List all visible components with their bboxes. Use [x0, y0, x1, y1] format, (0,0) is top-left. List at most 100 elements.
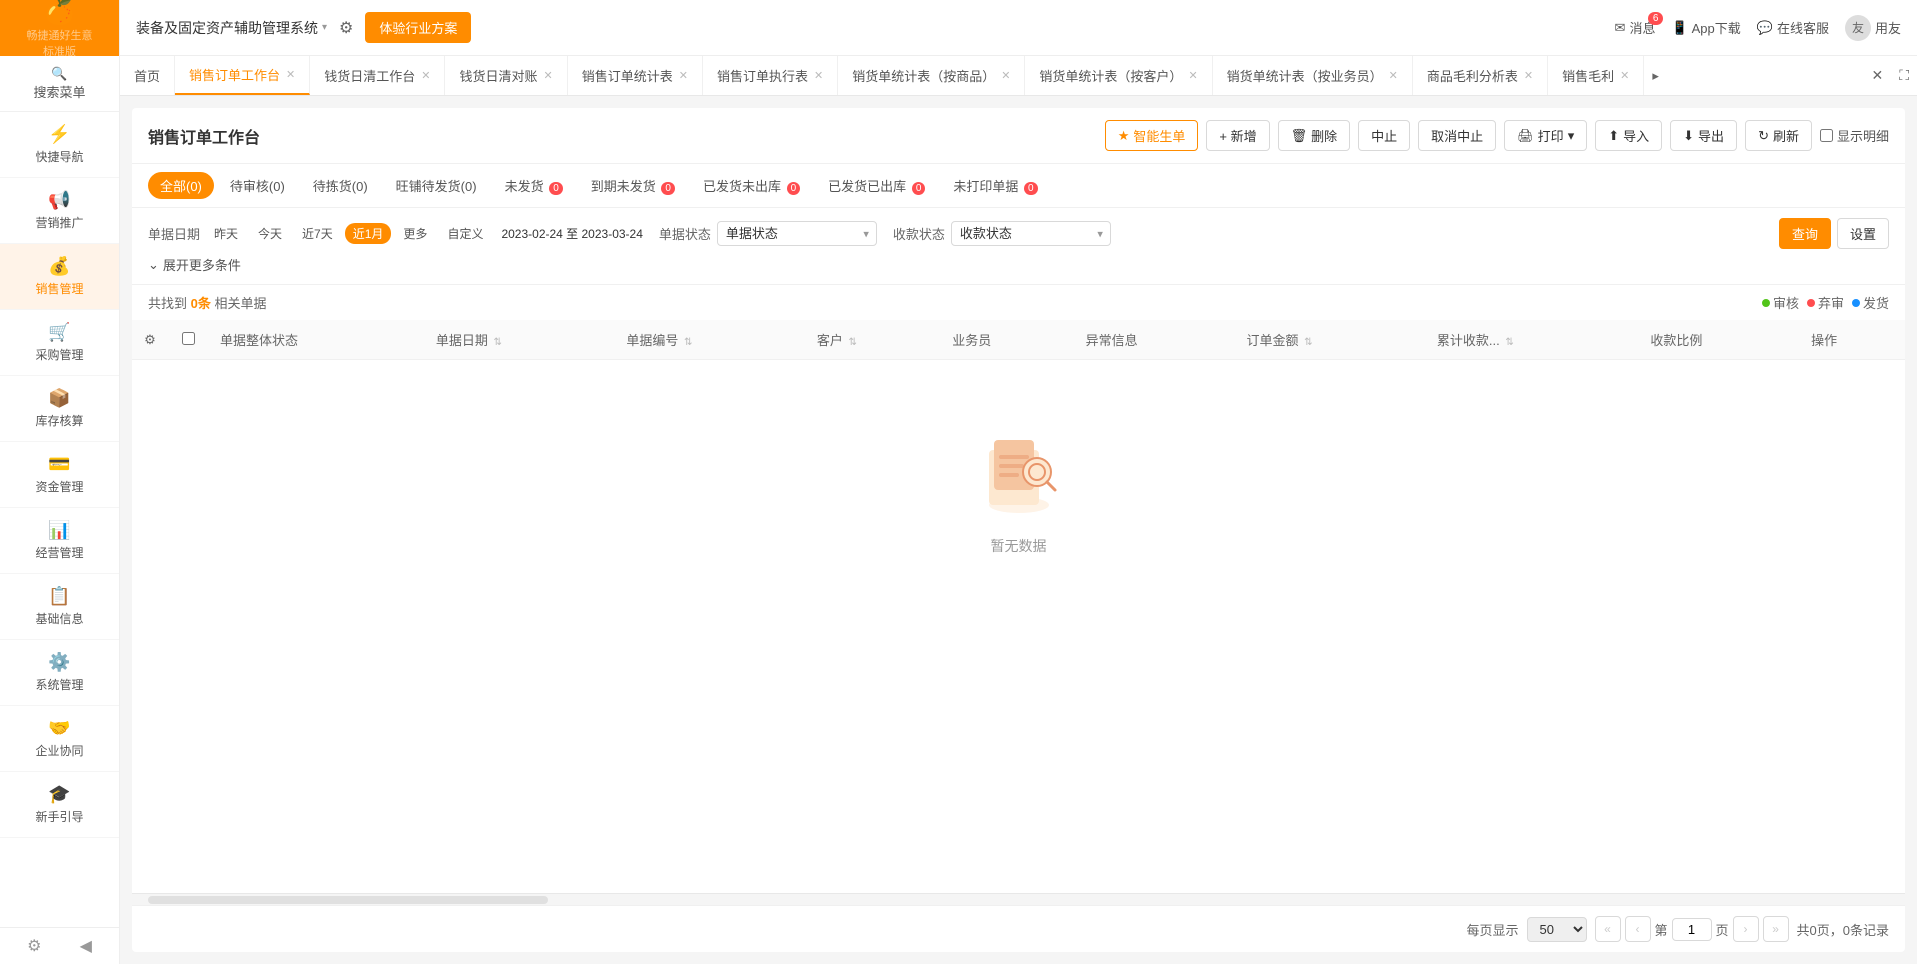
date-1month[interactable]: 近1月 — [345, 223, 392, 244]
date-more[interactable]: 更多 — [395, 223, 435, 244]
payment-select[interactable]: 收款状态 — [951, 221, 1111, 246]
print-btn[interactable]: 🖨 打印 ▾ — [1504, 120, 1587, 151]
sidebar-item-operations[interactable]: 📊 经营管理 — [0, 508, 119, 574]
delete-btn[interactable]: 🗑 删除 — [1278, 120, 1351, 151]
sidebar-item-collaboration[interactable]: 🤝 企业协同 — [0, 706, 119, 772]
tab-more-btn[interactable]: ▸ — [1644, 68, 1667, 84]
export-btn[interactable]: ⬇ 导出 — [1670, 120, 1737, 151]
tab-reconciliation-close[interactable]: ✕ — [544, 69, 553, 82]
import-btn[interactable]: ⬆ 导入 — [1595, 120, 1662, 151]
expand-more-btn[interactable]: ⌄ 展开更多条件 — [148, 255, 1889, 274]
sidebar-item-inventory[interactable]: 📦 库存核算 — [0, 376, 119, 442]
tab-daily-clear-close[interactable]: ✕ — [421, 69, 430, 82]
last-page-btn[interactable]: » — [1763, 916, 1789, 942]
sidebar-item-basic-info[interactable]: 📋 基础信息 — [0, 574, 119, 640]
col-collected[interactable]: 累计收款... ⇅ — [1425, 320, 1638, 360]
page-number-input[interactable] — [1672, 918, 1712, 941]
sidebar-item-search[interactable]: 🔍 搜索菜单 — [0, 56, 119, 112]
select-all-checkbox[interactable] — [182, 332, 195, 345]
sidebar-item-purchase[interactable]: 🛒 采购管理 — [0, 310, 119, 376]
refresh-btn[interactable]: ↻ 刷新 — [1745, 120, 1812, 151]
message-btn[interactable]: ✉ 消息 6 — [1615, 18, 1656, 37]
sub-tab-wangpu-ship[interactable]: 旺铺待发货(0) — [384, 172, 489, 199]
horizontal-scrollbar[interactable] — [132, 893, 1905, 905]
user-btn[interactable]: 友 用友 — [1845, 15, 1901, 41]
tab-goods-stat-customer-close[interactable]: ✕ — [1188, 69, 1197, 82]
quick-review-btn[interactable]: 审核 — [1762, 293, 1799, 312]
col-customer[interactable]: 客户 ⇅ — [805, 320, 940, 360]
tab-goods-stat-product-close[interactable]: ✕ — [1001, 69, 1010, 82]
quick-revoke-btn[interactable]: 弃审 — [1807, 293, 1844, 312]
prev-page-btn[interactable]: ‹ — [1625, 916, 1651, 942]
sidebar-item-finance[interactable]: 💳 资金管理 — [0, 442, 119, 508]
sidebar-collapse-btn[interactable]: ◀ — [80, 936, 92, 956]
tab-goods-stat-staff[interactable]: 销货单统计表（按业务员） ✕ — [1213, 56, 1413, 95]
tab-sales-exec[interactable]: 销售订单执行表 ✕ — [703, 56, 838, 95]
sub-tab-pending-pick[interactable]: 待拣货(0) — [301, 172, 380, 199]
system-title-dropdown[interactable]: 装备及固定资产辅助管理系统 ▾ — [136, 18, 327, 38]
tab-goods-stat-product[interactable]: 销货单统计表（按商品） ✕ — [838, 56, 1025, 95]
tab-sales-margin-close[interactable]: ✕ — [1620, 69, 1629, 82]
next-page-btn[interactable]: › — [1733, 916, 1759, 942]
status-select[interactable]: 单据状态 — [717, 221, 877, 246]
sub-tab-not-shipped[interactable]: 未发货 0 — [493, 172, 575, 199]
sidebar-item-sales[interactable]: 💰 销售管理 — [0, 244, 119, 310]
sub-tab-shipped-not-out[interactable]: 已发货未出库 0 — [691, 172, 812, 199]
sub-tab-not-printed[interactable]: 未打印单据 0 — [941, 172, 1049, 199]
show-detail-input[interactable] — [1820, 129, 1833, 142]
tab-reconciliation[interactable]: 钱货日清对账 ✕ — [445, 56, 567, 95]
tab-sales-order-workbench[interactable]: 销售订单工作台 ✕ — [175, 56, 310, 95]
sub-tab-pending-review[interactable]: 待审核(0) — [218, 172, 297, 199]
tab-sales-exec-close[interactable]: ✕ — [814, 69, 823, 82]
col-amount[interactable]: 订单金额 ⇅ — [1234, 320, 1424, 360]
cancel-stop-btn[interactable]: 取消中止 — [1418, 120, 1496, 151]
shipped-not-out-badge: 0 — [787, 182, 801, 195]
tab-goods-stat-customer[interactable]: 销货单统计表（按客户） ✕ — [1025, 56, 1212, 95]
tab-goods-stat-staff-close[interactable]: ✕ — [1389, 69, 1398, 82]
topbar-settings-icon[interactable]: ⚙ — [339, 18, 353, 38]
app-download-btn[interactable]: 📱 App下载 — [1671, 18, 1740, 37]
show-detail-checkbox[interactable]: 显示明细 — [1820, 126, 1889, 145]
sidebar-item-quick-nav[interactable]: ⚡ 快捷导航 — [0, 112, 119, 178]
col-date[interactable]: 单据日期 ⇅ — [424, 320, 614, 360]
tab-margin-analysis-close[interactable]: ✕ — [1524, 69, 1533, 82]
collected-sort-icon[interactable]: ⇅ — [1505, 337, 1513, 348]
tab-close-all-btn[interactable]: ✕ — [1863, 67, 1891, 84]
smart-create-btn[interactable]: ★ 智能生单 — [1105, 120, 1199, 151]
page-size-select[interactable]: 50 10 20 100 — [1527, 917, 1587, 942]
system-title: 装备及固定资产辅助管理系统 — [136, 18, 318, 38]
stop-btn[interactable]: 中止 — [1358, 120, 1410, 151]
date-custom[interactable]: 自定义 — [439, 223, 491, 244]
quick-ship-btn[interactable]: 发货 — [1852, 293, 1889, 312]
sub-tab-shipped-out[interactable]: 已发货已出库 0 — [816, 172, 937, 199]
date-yesterday[interactable]: 昨天 — [206, 223, 246, 244]
customer-sort-icon[interactable]: ⇅ — [848, 337, 856, 348]
sub-tab-all[interactable]: 全部(0) — [148, 172, 214, 199]
online-service-btn[interactable]: 💬 在线客服 — [1757, 18, 1829, 37]
trial-btn[interactable]: 体验行业方案 — [365, 12, 471, 43]
settings-filter-btn[interactable]: 设置 — [1837, 218, 1889, 249]
tab-sales-order-close[interactable]: ✕ — [286, 68, 295, 81]
sub-tab-overdue-ship[interactable]: 到期未发货 0 — [579, 172, 687, 199]
sidebar-item-system[interactable]: ⚙️ 系统管理 — [0, 640, 119, 706]
add-btn[interactable]: + 新增 — [1206, 120, 1269, 151]
number-sort-icon[interactable]: ⇅ — [684, 337, 692, 348]
amount-sort-icon[interactable]: ⇅ — [1304, 337, 1312, 348]
sidebar-settings-btn[interactable]: ⚙ — [27, 936, 41, 956]
tab-daily-clear[interactable]: 钱货日清工作台 ✕ — [310, 56, 445, 95]
tab-margin-analysis[interactable]: 商品毛利分析表 ✕ — [1413, 56, 1548, 95]
query-btn[interactable]: 查询 — [1779, 218, 1831, 249]
tab-maximize-btn[interactable]: ⛶ — [1891, 67, 1917, 84]
tab-home[interactable]: 首页 — [120, 56, 175, 95]
sidebar-item-newbie[interactable]: 🎓 新手引导 — [0, 772, 119, 838]
tab-sales-stat-close[interactable]: ✕ — [679, 69, 688, 82]
date-sort-icon[interactable]: ⇅ — [493, 337, 501, 348]
tab-sales-stat[interactable]: 销售订单统计表 ✕ — [568, 56, 703, 95]
first-page-btn[interactable]: « — [1595, 916, 1621, 942]
date-today[interactable]: 今天 — [250, 223, 290, 244]
sidebar-item-marketing[interactable]: 📢 营销推广 — [0, 178, 119, 244]
col-settings-icon[interactable]: ⚙ — [144, 332, 156, 347]
col-number[interactable]: 单据编号 ⇅ — [614, 320, 804, 360]
date-7days[interactable]: 近7天 — [294, 223, 341, 244]
tab-sales-margin[interactable]: 销售毛利 ✕ — [1548, 56, 1644, 95]
